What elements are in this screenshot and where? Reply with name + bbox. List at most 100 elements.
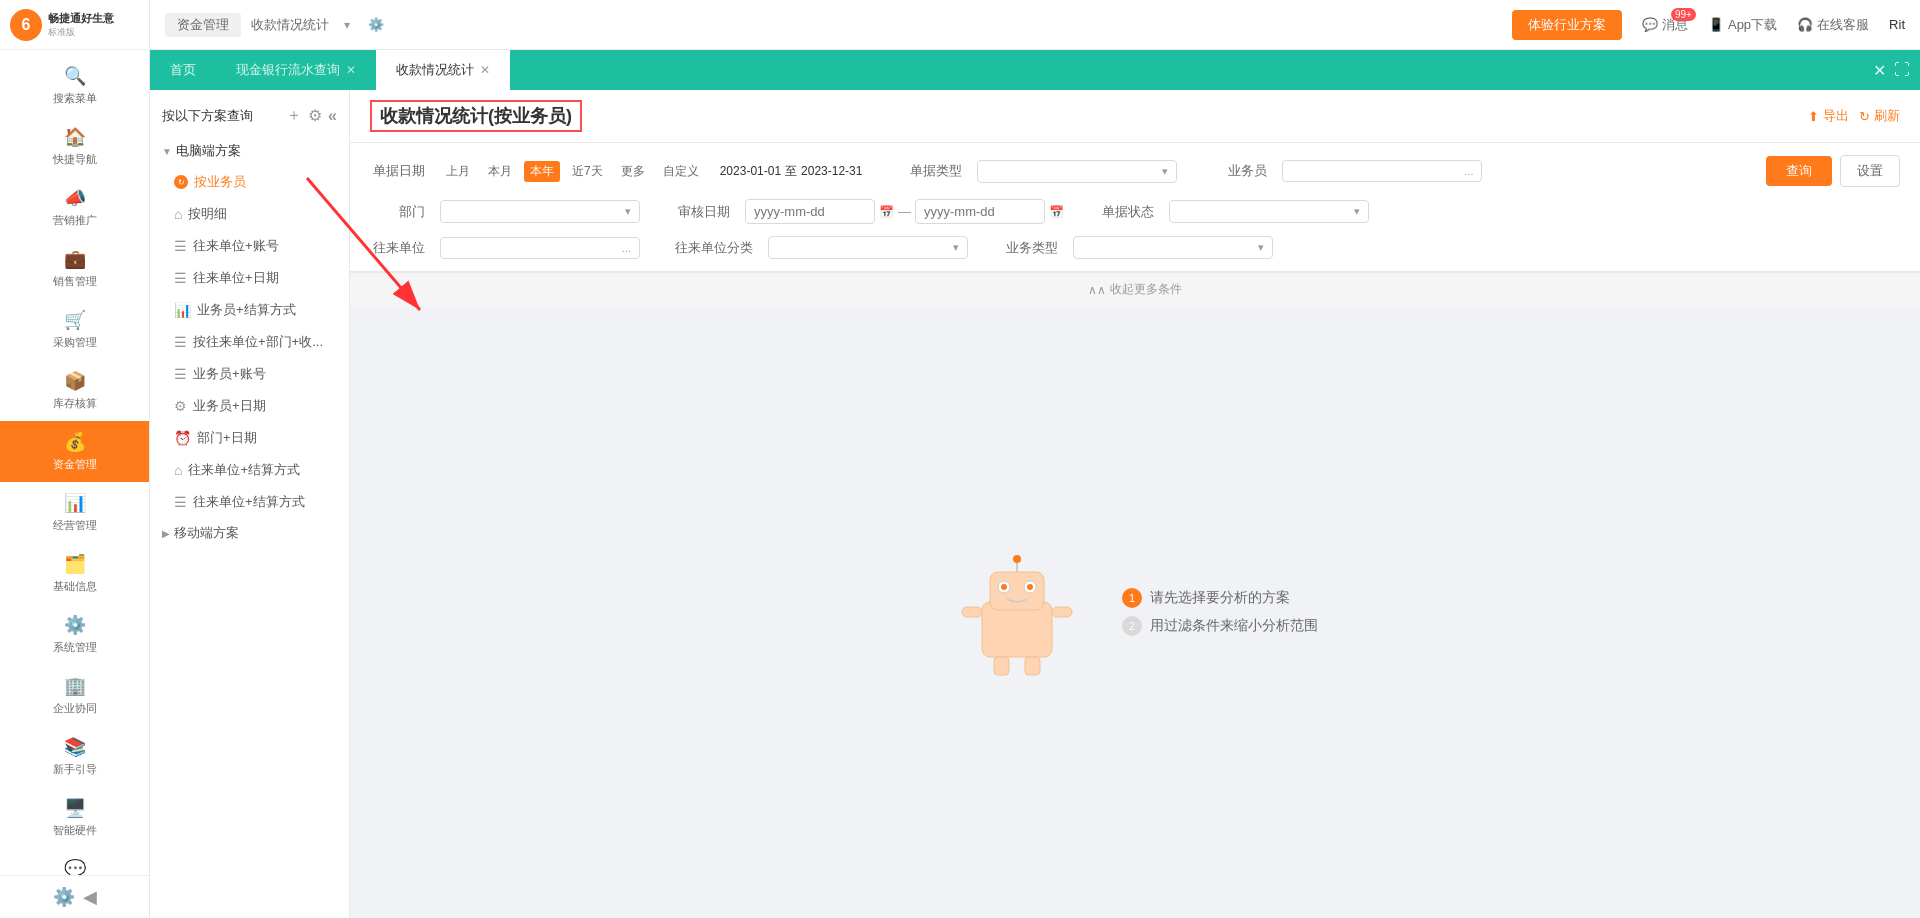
sidebar-item-quick-nav[interactable]: 🏠 快捷导航 [0, 116, 149, 177]
refresh-icon: ↻ [1859, 109, 1870, 124]
sidebar-item-purchase[interactable]: 🛒 采购管理 [0, 299, 149, 360]
config-scheme-icon[interactable]: ⚙ [308, 106, 322, 125]
tab-close-bank-flow[interactable]: ✕ [346, 63, 356, 77]
collapse-bar[interactable]: ∧∧ 收起更多条件 [350, 272, 1920, 306]
tree-item-partner-settlement2[interactable]: ☰ 往来单位+结算方式 [150, 486, 349, 518]
collapse-icon[interactable]: ◀ [83, 886, 97, 908]
sidebar-item-finance[interactable]: 💰 资金管理 [0, 421, 149, 482]
export-btn[interactable]: ⬆ 导出 [1808, 107, 1849, 125]
mobile-scheme-header[interactable]: ▶ 移动端方案 [150, 518, 349, 548]
empty-step-2: 2 用过滤条件来缩小分析范围 [1122, 616, 1318, 636]
user-label: Rit [1889, 17, 1905, 32]
review-date-to[interactable] [915, 199, 1045, 224]
inventory-icon: 📦 [64, 370, 86, 392]
corp-icon: 🏢 [64, 675, 86, 697]
message-btn[interactable]: 💬 消息 99+ [1642, 16, 1688, 34]
doc-type-select[interactable]: ▾ [977, 160, 1177, 183]
app-download-btn[interactable]: 📱 App下载 [1708, 16, 1777, 34]
tab-right-actions: ✕ ⛶ [1873, 61, 1920, 80]
review-calendar-from-icon[interactable]: 📅 [879, 205, 894, 219]
sidebar-nav: 🔍 搜索菜单 🏠 快捷导航 📣 营销推广 💼 销售管理 🛒 采购管理 📦 库存核… [0, 50, 149, 875]
empty-state: 1 请先选择要分析的方案 2 用过滤条件来缩小分析范围 [952, 547, 1318, 677]
maximize-icon[interactable]: ⛶ [1894, 61, 1910, 79]
svg-rect-9 [1025, 657, 1040, 675]
desktop-scheme-header[interactable]: ▼ 电脑端方案 [150, 136, 349, 166]
review-date-from[interactable] [745, 199, 875, 224]
tab-bank-flow[interactable]: 现金银行流水查询 ✕ [216, 50, 376, 90]
svg-rect-6 [962, 607, 982, 617]
tree-item-dept-date[interactable]: ⏰ 部门+日期 [150, 422, 349, 454]
message-icon: 💬 [1642, 17, 1658, 32]
header-dropdown-icon[interactable]: ▾ [344, 18, 350, 32]
tree-item-by-salesperson[interactable]: ↻ 按业务员 [150, 166, 349, 198]
try-btn[interactable]: 体验行业方案 [1512, 10, 1622, 40]
salesperson-label: 业务员 [1212, 162, 1267, 180]
tree-item-partner-date[interactable]: ☰ 往来单位+日期 [150, 262, 349, 294]
doc-status-select[interactable]: ▾ [1169, 200, 1369, 223]
tree-item-partner-dept[interactable]: ☰ 按往来单位+部门+收... [150, 326, 349, 358]
sidebar-item-guide[interactable]: 📚 新手引导 [0, 726, 149, 787]
partner-dept-icon: ☰ [174, 334, 187, 350]
date-btn-custom[interactable]: 自定义 [657, 161, 705, 182]
purchase-icon: 🛒 [64, 309, 86, 331]
collapse-sidebar-icon[interactable]: « [328, 107, 337, 125]
partner-account-icon: ☰ [174, 238, 187, 254]
doc-type-arrow-icon: ▾ [1162, 165, 1168, 178]
dept-select[interactable]: ▾ [440, 200, 640, 223]
home-icon: 🏠 [64, 126, 86, 148]
settings-bottom-icon[interactable]: ⚙️ [53, 886, 75, 908]
logo-text: 畅捷通好生意 标准版 [48, 11, 114, 39]
tree-item-by-detail[interactable]: ⌂ 按明细 [150, 198, 349, 230]
date-label: 单据日期 [370, 162, 425, 180]
salesperson-date-icon: ⚙ [174, 398, 187, 414]
sidebar-item-system[interactable]: ⚙️ 系统管理 [0, 604, 149, 665]
filter-sidebar-title: 按以下方案查询 [162, 107, 253, 125]
sidebar: 6 畅捷通好生意 标准版 🔍 搜索菜单 🏠 快捷导航 📣 营销推广 💼 销售管理… [0, 0, 150, 918]
setting-button[interactable]: 设置 [1840, 155, 1900, 187]
sidebar-item-marketing[interactable]: 📣 营销推广 [0, 177, 149, 238]
gear-settings-icon[interactable]: ⚙️ [368, 17, 384, 32]
review-calendar-to-icon[interactable]: 📅 [1049, 205, 1064, 219]
tab-collection-stats[interactable]: 收款情况统计 ✕ [376, 50, 510, 90]
tab-home[interactable]: 首页 [150, 50, 216, 90]
top-header: 资金管理 收款情况统计 ▾ ⚙️ 体验行业方案 💬 消息 99+ 📱 App下载… [150, 0, 1920, 50]
sidebar-item-wechat[interactable]: 💬 企业微信 [0, 848, 149, 875]
partner-select[interactable]: ... [440, 237, 640, 259]
date-btn-7days[interactable]: 近7天 [566, 161, 609, 182]
sidebar-item-inventory[interactable]: 📦 库存核算 [0, 360, 149, 421]
partner-category-select[interactable]: ▾ [768, 236, 968, 259]
sidebar-item-operation[interactable]: 📊 经营管理 [0, 482, 149, 543]
date-btn-more[interactable]: 更多 [615, 161, 651, 182]
add-scheme-icon[interactable]: ＋ [286, 105, 302, 126]
app-icon: 📱 [1708, 17, 1724, 32]
tab-bar: 首页 现金银行流水查询 ✕ 收款情况统计 ✕ ✕ ⛶ [150, 50, 1920, 90]
hardware-icon: 🖥️ [64, 797, 86, 819]
tree-item-partner-settlement1[interactable]: ⌂ 往来单位+结算方式 [150, 454, 349, 486]
operation-icon: 📊 [64, 492, 86, 514]
date-btn-this-year[interactable]: 本年 [524, 161, 560, 182]
refresh-btn[interactable]: ↻ 刷新 [1859, 107, 1900, 125]
salesperson-select[interactable]: ... [1282, 160, 1482, 182]
sidebar-item-search[interactable]: 🔍 搜索菜单 [0, 55, 149, 116]
tree-item-salesperson-date[interactable]: ⚙ 业务员+日期 [150, 390, 349, 422]
date-btn-this-month[interactable]: 本月 [482, 161, 518, 182]
tree-item-salesperson-settlement[interactable]: 📊 业务员+结算方式 [150, 294, 349, 326]
online-service-btn[interactable]: 🎧 在线客服 [1797, 16, 1869, 34]
date-btn-last-month[interactable]: 上月 [440, 161, 476, 182]
empty-step-1: 1 请先选择要分析的方案 [1122, 588, 1318, 608]
query-button[interactable]: 查询 [1766, 156, 1832, 186]
tab-close-collection[interactable]: ✕ [480, 63, 490, 77]
tree-item-partner-account[interactable]: ☰ 往来单位+账号 [150, 230, 349, 262]
page-title-bar: 收款情况统计(按业务员) ⬆ 导出 ↻ 刷新 [350, 90, 1920, 143]
biz-type-select[interactable]: ▾ [1073, 236, 1273, 259]
sidebar-item-basic[interactable]: 🗂️ 基础信息 [0, 543, 149, 604]
date-quick-select: 上月 本月 本年 近7天 更多 自定义 [440, 161, 705, 182]
close-window-icon[interactable]: ✕ [1873, 61, 1886, 80]
date-range: 2023-01-01 至 2023-12-31 [720, 163, 863, 180]
sidebar-item-hardware[interactable]: 🖥️ 智能硬件 [0, 787, 149, 848]
tree-item-salesperson-account[interactable]: ☰ 业务员+账号 [150, 358, 349, 390]
date-from: 2023-01-01 [720, 164, 781, 178]
empty-steps: 1 请先选择要分析的方案 2 用过滤条件来缩小分析范围 [1122, 588, 1318, 636]
sidebar-item-sales[interactable]: 💼 销售管理 [0, 238, 149, 299]
sidebar-item-corp[interactable]: 🏢 企业协同 [0, 665, 149, 726]
